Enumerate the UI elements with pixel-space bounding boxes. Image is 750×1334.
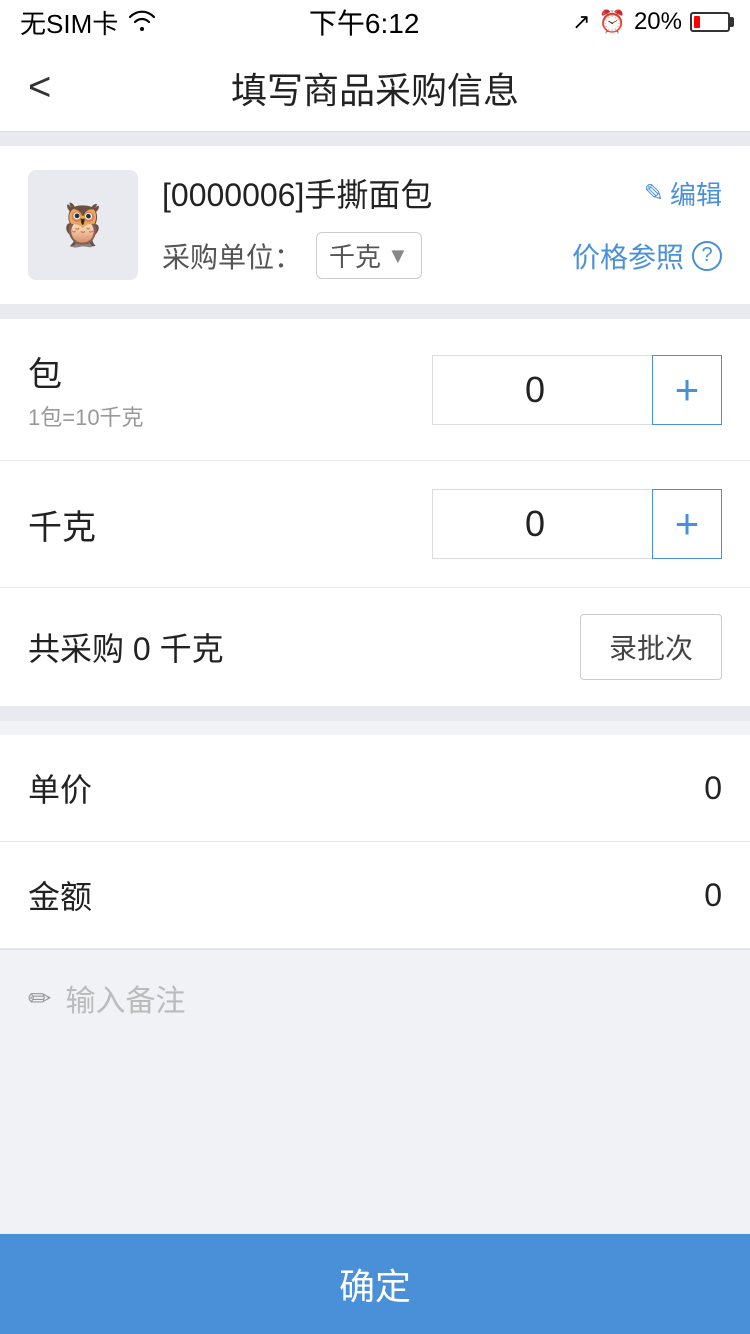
edit-icon: ✎ xyxy=(644,179,664,208)
purchase-unit-row: 采购单位： 千克 ▼ 价格参照 ? xyxy=(162,232,722,279)
qty-input-kg[interactable] xyxy=(432,489,652,559)
product-name: [0000006]手撕面包 xyxy=(162,170,432,216)
product-info: [0000006]手撕面包 ✎ 编辑 采购单位： 千克 ▼ 价格参照 ? xyxy=(162,170,722,279)
remark-placeholder: 输入备注 xyxy=(65,976,185,1020)
summary-prefix: 共采购 xyxy=(28,631,124,667)
nav-bar: < 填写商品采购信息 xyxy=(0,44,750,132)
summary-text: 共采购 0 千克 xyxy=(28,624,224,670)
wifi-icon xyxy=(128,7,156,38)
back-button[interactable]: < xyxy=(28,65,51,110)
product-logo: 🦉 xyxy=(57,201,109,250)
unit-price-value: 0 xyxy=(704,770,722,807)
qty-input-bao[interactable] xyxy=(432,355,652,425)
summary-unit: 千克 xyxy=(160,631,224,667)
location-icon: ↗ xyxy=(572,9,590,35)
amount-value: 0 xyxy=(704,877,722,914)
product-header: [0000006]手撕面包 ✎ 编辑 xyxy=(162,170,722,216)
qty-label-kg: 千克 xyxy=(28,500,148,549)
qty-sublabel-bao: 1包=10千克 xyxy=(28,400,148,432)
summary-row: 共采购 0 千克 录批次 xyxy=(0,588,750,707)
qty-input-wrap-bao: + xyxy=(148,355,722,425)
product-card: 🦉 [0000006]手撕面包 ✎ 编辑 采购单位： 千克 ▼ 价格参照 ? xyxy=(0,146,750,305)
unit-select[interactable]: 千克 ▼ xyxy=(316,232,422,279)
quantity-row-kg: 千克 + xyxy=(0,461,750,588)
amount-row: 金额 0 xyxy=(0,842,750,949)
battery-percent: 20% xyxy=(634,8,682,36)
amount-label: 金额 xyxy=(28,872,92,918)
status-right: ↗ ⏰ 20% xyxy=(572,8,730,36)
section-divider-price xyxy=(0,707,750,721)
status-bar: 无SIM卡 下午6:12 ↗ ⏰ 20% xyxy=(0,0,750,44)
unit-price-label: 单价 xyxy=(28,765,92,811)
edit-button[interactable]: ✎ 编辑 xyxy=(644,175,722,212)
page-title: 填写商品采购信息 xyxy=(231,62,519,114)
status-left: 无SIM卡 xyxy=(20,4,156,41)
qty-input-wrap-kg: + xyxy=(148,489,722,559)
summary-amount: 0 xyxy=(133,631,151,667)
batch-button[interactable]: 录批次 xyxy=(580,614,722,680)
section-divider-mid xyxy=(0,305,750,319)
unit-price-row: 单价 0 xyxy=(0,735,750,842)
section-divider-top xyxy=(0,132,750,146)
carrier-label: 无SIM卡 xyxy=(20,4,118,41)
confirm-button[interactable]: 确定 xyxy=(0,1234,750,1334)
battery-icon xyxy=(690,12,730,32)
qty-plus-bao[interactable]: + xyxy=(652,355,722,425)
chevron-down-icon: ▼ xyxy=(387,243,409,269)
help-icon: ? xyxy=(692,241,722,271)
price-ref-button[interactable]: 价格参照 ? xyxy=(572,236,722,276)
quantity-row-bao: 包 1包=10千克 + xyxy=(0,319,750,461)
purchase-unit-label: 采购单位： xyxy=(162,236,302,276)
alarm-icon: ⏰ xyxy=(599,9,626,35)
status-time: 下午6:12 xyxy=(309,2,420,42)
edit-label: 编辑 xyxy=(670,175,722,212)
qty-plus-kg[interactable]: + xyxy=(652,489,722,559)
product-thumbnail: 🦉 xyxy=(28,170,138,280)
qty-label-bao: 包 1包=10千克 xyxy=(28,347,148,432)
quantity-section: 包 1包=10千克 + 千克 + 共采购 0 千克 录批次 xyxy=(0,319,750,707)
unit-value: 千克 xyxy=(329,237,381,274)
pencil-icon: ✏ xyxy=(28,982,51,1015)
price-section: 单价 0 金额 0 xyxy=(0,735,750,949)
price-ref-label: 价格参照 xyxy=(572,236,684,276)
remark-section[interactable]: ✏ 输入备注 xyxy=(0,949,750,1046)
